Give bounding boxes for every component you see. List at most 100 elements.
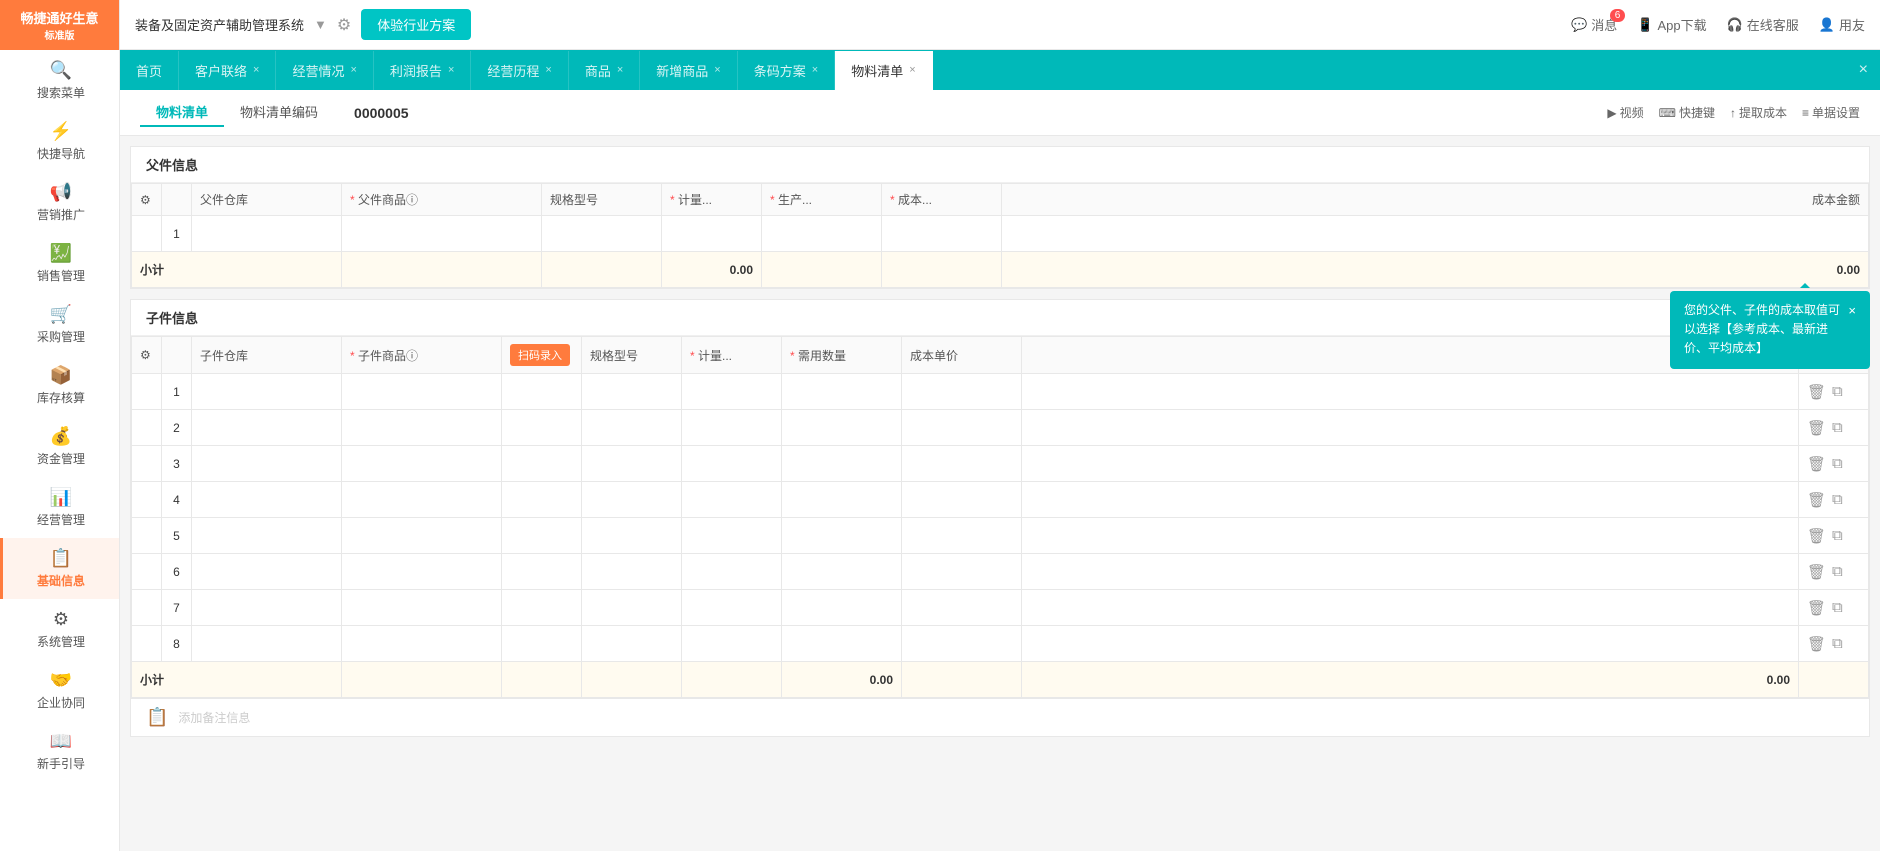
nav-tab-close[interactable]: × <box>545 64 551 76</box>
child-row-amount[interactable] <box>1022 590 1799 626</box>
copy-icon[interactable]: ⧉ <box>1832 455 1843 472</box>
sidebar-item-搜索菜单[interactable]: 🔍搜索菜单 <box>0 50 119 111</box>
child-row-settings[interactable] <box>132 590 162 626</box>
child-row-unit[interactable] <box>682 626 782 662</box>
child-row-amount[interactable] <box>1022 626 1799 662</box>
delete-icon[interactable]: 🗑 <box>1807 383 1826 401</box>
tooltip-close-button[interactable]: × <box>1848 301 1856 322</box>
online-service-button[interactable]: 🎧 在线客服 <box>1727 15 1799 34</box>
copy-icon[interactable]: ⧉ <box>1832 383 1843 400</box>
parent-row-amount[interactable] <box>1002 216 1869 252</box>
nav-tab-close[interactable]: × <box>448 64 454 76</box>
sub-action-单据设置[interactable]: ≡单据设置 <box>1802 104 1860 121</box>
child-row-spec[interactable] <box>582 518 682 554</box>
nav-tab-close[interactable]: × <box>617 64 623 76</box>
child-row-settings[interactable] <box>132 374 162 410</box>
child-row-unit[interactable] <box>682 590 782 626</box>
settings-btn[interactable]: ⚙ <box>337 15 351 35</box>
nav-tab-条码方案[interactable]: 条码方案× <box>738 51 835 90</box>
nav-tab-商品[interactable]: 商品× <box>569 51 640 90</box>
app-download-button[interactable]: 📱 App下载 <box>1637 15 1706 34</box>
delete-icon[interactable]: 🗑 <box>1807 635 1826 653</box>
sub-tab-物料清单[interactable]: 物料清单 <box>140 98 224 127</box>
parent-row-product[interactable] <box>342 216 542 252</box>
sub-action-快捷键[interactable]: ⌨快捷键 <box>1659 104 1715 121</box>
sidebar-item-库存核算[interactable]: 📦库存核算 <box>0 355 119 416</box>
copy-icon[interactable]: ⧉ <box>1832 599 1843 616</box>
child-row-settings[interactable] <box>132 518 162 554</box>
child-row-settings[interactable] <box>132 554 162 590</box>
parent-row-warehouse[interactable] <box>192 216 342 252</box>
nav-tab-close[interactable]: × <box>812 64 818 76</box>
child-row-qty[interactable] <box>782 554 902 590</box>
child-row-product[interactable] <box>342 626 502 662</box>
child-row-qty[interactable] <box>782 518 902 554</box>
user-button[interactable]: 👤 用友 <box>1819 15 1865 34</box>
nav-tab-首页[interactable]: 首页 <box>120 51 179 90</box>
child-row-product[interactable] <box>342 554 502 590</box>
child-row-warehouse[interactable] <box>192 410 342 446</box>
child-row-unit-cost[interactable] <box>902 554 1022 590</box>
child-row-settings[interactable] <box>132 626 162 662</box>
child-row-warehouse[interactable] <box>192 446 342 482</box>
message-button[interactable]: 💬 消息 6 <box>1571 15 1617 34</box>
child-row-settings[interactable] <box>132 482 162 518</box>
copy-icon[interactable]: ⧉ <box>1832 527 1843 544</box>
child-row-unit[interactable] <box>682 410 782 446</box>
child-row-spec[interactable] <box>582 410 682 446</box>
sidebar-item-经营管理[interactable]: 📊经营管理 <box>0 477 119 538</box>
delete-icon[interactable]: 🗑 <box>1807 527 1826 545</box>
parent-row-unit[interactable] <box>662 216 762 252</box>
child-row-warehouse[interactable] <box>192 374 342 410</box>
child-row-spec[interactable] <box>582 590 682 626</box>
child-row-warehouse[interactable] <box>192 518 342 554</box>
child-row-qty[interactable] <box>782 590 902 626</box>
trial-button[interactable]: 体验行业方案 <box>361 9 471 40</box>
scan-button[interactable]: 扫码录入 <box>510 344 570 366</box>
sidebar-item-系统管理[interactable]: ⚙系统管理 <box>0 599 119 660</box>
sidebar-item-销售管理[interactable]: 💹销售管理 <box>0 233 119 294</box>
copy-icon[interactable]: ⧉ <box>1832 635 1843 652</box>
copy-icon[interactable]: ⧉ <box>1832 563 1843 580</box>
child-row-spec[interactable] <box>582 554 682 590</box>
child-row-spec[interactable] <box>582 446 682 482</box>
nav-tab-close[interactable]: × <box>253 64 259 76</box>
child-row-unit[interactable] <box>682 482 782 518</box>
sidebar-item-资金管理[interactable]: 💰资金管理 <box>0 416 119 477</box>
child-row-qty[interactable] <box>782 626 902 662</box>
child-row-unit[interactable] <box>682 446 782 482</box>
child-row-amount[interactable] <box>1022 482 1799 518</box>
child-row-qty[interactable] <box>782 482 902 518</box>
child-row-amount[interactable] <box>1022 518 1799 554</box>
child-row-unit-cost[interactable] <box>902 626 1022 662</box>
child-row-warehouse[interactable] <box>192 626 342 662</box>
delete-icon[interactable]: 🗑 <box>1807 491 1826 509</box>
sidebar-item-采购管理[interactable]: 🛒采购管理 <box>0 294 119 355</box>
parent-row-spec[interactable] <box>542 216 662 252</box>
sidebar-item-营销推广[interactable]: 📢营销推广 <box>0 172 119 233</box>
sub-action-提取成本[interactable]: ↑提取成本 <box>1730 104 1787 121</box>
child-row-unit[interactable] <box>682 518 782 554</box>
child-row-unit-cost[interactable] <box>902 374 1022 410</box>
child-row-amount[interactable] <box>1022 374 1799 410</box>
dropdown-icon[interactable]: ▼ <box>314 17 327 32</box>
sidebar-item-快捷导航[interactable]: ⚡快捷导航 <box>0 111 119 172</box>
child-row-warehouse[interactable] <box>192 554 342 590</box>
parent-row-cost[interactable] <box>882 216 1002 252</box>
sub-action-视频[interactable]: ▶视频 <box>1607 104 1643 121</box>
copy-icon[interactable]: ⧉ <box>1832 491 1843 508</box>
parent-row-production[interactable] <box>762 216 882 252</box>
nav-tab-close[interactable]: × <box>350 64 356 76</box>
child-row-unit-cost[interactable] <box>902 590 1022 626</box>
parent-row-settings[interactable] <box>132 216 162 252</box>
child-row-warehouse[interactable] <box>192 482 342 518</box>
child-row-qty[interactable] <box>782 374 902 410</box>
child-row-unit[interactable] <box>682 554 782 590</box>
child-row-settings[interactable] <box>132 410 162 446</box>
close-all-tabs-button[interactable]: × <box>1847 51 1880 89</box>
child-row-product[interactable] <box>342 410 502 446</box>
child-row-warehouse[interactable] <box>192 590 342 626</box>
child-row-product[interactable] <box>342 590 502 626</box>
child-row-qty[interactable] <box>782 410 902 446</box>
nav-tab-新增商品[interactable]: 新增商品× <box>640 51 737 90</box>
